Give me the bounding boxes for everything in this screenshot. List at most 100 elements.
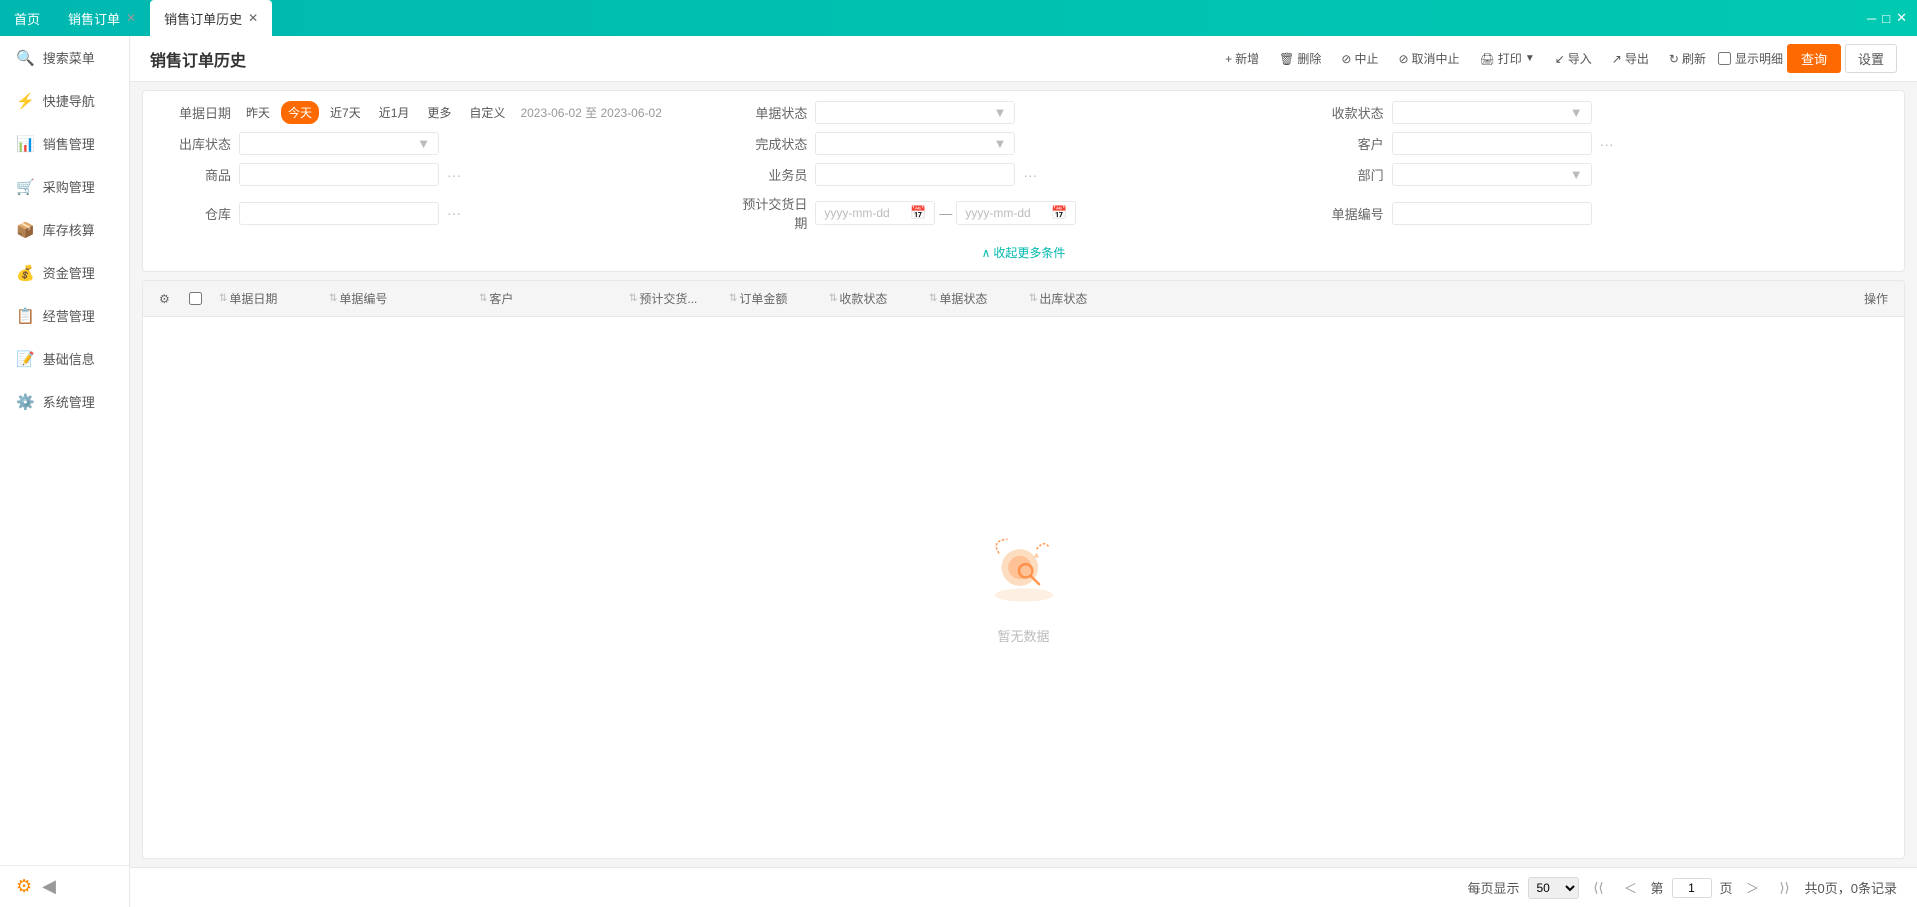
page-input[interactable] (1672, 878, 1712, 898)
table-header: ⚙ ⇅ 单据日期 ⇅ 单据编号 ⇅ 客户 ⇅ (143, 281, 1904, 317)
cancel-stop-icon: ⊘ (1398, 52, 1408, 66)
expected-date-end[interactable]: yyyy-mm-dd 📅 (956, 201, 1076, 225)
dept-field: ▼ (1392, 163, 1888, 186)
first-page-btn[interactable]: ⟨⟨ (1587, 876, 1611, 900)
th-date[interactable]: ⇅ 单据日期 (213, 290, 323, 307)
btn-export[interactable]: ↗ 导出 (1604, 46, 1657, 71)
th-delivery[interactable]: ⇅ 预计交货... (623, 290, 723, 307)
btn-refresh[interactable]: ↻ 刷新 (1661, 46, 1714, 71)
product-input[interactable] (239, 163, 439, 186)
sort-customer-icon: ⇅ (479, 293, 487, 304)
sidebar-settings-btn[interactable]: ⚙ (16, 876, 32, 897)
tab-close-history[interactable]: ✕ (248, 11, 258, 25)
warehouse-ellipsis[interactable]: ··· (443, 205, 465, 221)
sort-outstatus-icon: ⇅ (1029, 293, 1037, 304)
th-customer[interactable]: ⇅ 客户 (473, 290, 623, 307)
import-icon: ↙ (1555, 52, 1565, 66)
query-button[interactable]: 查询 (1787, 44, 1841, 73)
sidebar-item-finance[interactable]: 💰 资金管理 (0, 251, 129, 294)
sidebar-item-purchase[interactable]: 🛒 采购管理 (0, 165, 129, 208)
window-minimize[interactable]: ─ (1867, 11, 1876, 26)
finance-icon: 💰 (16, 264, 35, 282)
filter-area: 单据日期 昨天 今天 近7天 近1月 更多 自定义 2023-06-02 至 2… (142, 90, 1905, 272)
order-no-input[interactable] (1392, 202, 1592, 225)
date-btn-7days[interactable]: 近7天 (323, 101, 368, 124)
tab-home[interactable]: 首页 (0, 0, 54, 36)
receive-status-chevron-icon: ▼ (1570, 105, 1583, 120)
th-outstatus[interactable]: ⇅ 出库状态 (1023, 290, 1123, 307)
date-btn-yesterday[interactable]: 昨天 (239, 101, 277, 124)
product-ellipsis[interactable]: ··· (443, 167, 465, 183)
sort-date-icon: ⇅ (219, 293, 227, 304)
customer-input[interactable] (1392, 132, 1592, 155)
window-close[interactable]: ✕ (1896, 10, 1907, 26)
btn-import[interactable]: ↙ 导入 (1547, 46, 1600, 71)
th-receive[interactable]: ⇅ 收款状态 (823, 290, 923, 307)
warehouse-input[interactable] (239, 202, 439, 225)
sidebar-item-operation[interactable]: 📋 经营管理 (0, 294, 129, 337)
print-chevron-icon: ▼ (1525, 53, 1535, 64)
page-title: 销售订单历史 (150, 47, 246, 71)
btn-add[interactable]: + 新增 (1217, 46, 1267, 71)
sales-icon: 📊 (16, 135, 35, 153)
complete-status-select[interactable]: ▼ (815, 132, 1015, 155)
sidebar-item-sales[interactable]: 📊 销售管理 (0, 122, 129, 165)
last-page-btn[interactable]: ⟩⟩ (1773, 876, 1797, 900)
page-header: 销售订单历史 + 新增 🗑 删除 ⊘ 中止 ⊘ 取消中止 (130, 36, 1917, 82)
window-maximize[interactable]: □ (1882, 11, 1890, 26)
sidebar-item-search[interactable]: 🔍 搜索菜单 (0, 36, 129, 79)
complete-status-field: ▼ (815, 132, 1311, 155)
expected-date-start[interactable]: yyyy-mm-dd 📅 (815, 201, 935, 225)
total-label: 共0页，0条记录 (1805, 878, 1897, 897)
select-all-checkbox[interactable] (189, 292, 202, 305)
btn-print[interactable]: 🖨 打印 ▼ (1472, 46, 1543, 71)
tab-sales-order-history[interactable]: 销售订单历史 ✕ (150, 0, 272, 36)
date-shortcuts: 昨天 今天 近7天 近1月 更多 自定义 (239, 101, 512, 124)
sidebar-item-system[interactable]: ⚙️ 系统管理 (0, 380, 129, 423)
filter-row-3: 商品 ··· 业务员 ··· 部门 ▼ (159, 163, 1888, 186)
th-settings[interactable]: ⚙ (153, 292, 183, 306)
date-btn-today[interactable]: 今天 (281, 101, 319, 124)
order-no-field (1392, 202, 1888, 225)
customer-ellipsis[interactable]: ··· (1596, 136, 1618, 152)
date-btn-more[interactable]: 更多 (420, 101, 458, 124)
settings-button[interactable]: 设置 (1845, 44, 1897, 73)
complete-status-chevron-icon: ▼ (993, 136, 1006, 151)
out-status-select[interactable]: ▼ (239, 132, 439, 155)
prev-page-btn[interactable]: ＜ (1619, 876, 1643, 900)
order-status-select[interactable]: ▼ (815, 101, 1015, 124)
product-field: ··· (239, 163, 735, 186)
inventory-icon: 📦 (16, 221, 35, 239)
th-status[interactable]: ⇅ 单据状态 (923, 290, 1023, 307)
th-amount[interactable]: ⇅ 订单金额 (723, 290, 823, 307)
tab-close-sales-order[interactable]: ✕ (126, 11, 136, 25)
salesperson-ellipsis[interactable]: ··· (1019, 167, 1041, 183)
empty-text: 暂无数据 (997, 626, 1049, 645)
sidebar-bottom: ⚙ ◀ (0, 865, 129, 907)
date-btn-1month[interactable]: 近1月 (372, 101, 417, 124)
next-page-btn[interactable]: ＞ (1741, 876, 1765, 900)
date-btn-custom[interactable]: 自定义 (462, 101, 512, 124)
salesperson-input[interactable] (815, 163, 1015, 186)
collapse-btn[interactable]: ∧ 收起更多条件 (159, 240, 1888, 261)
display-detail-checkbox-label[interactable]: 显示明细 (1718, 50, 1783, 67)
sidebar-item-basic[interactable]: 📝 基础信息 (0, 337, 129, 380)
date-range-text: 2023-06-02 至 2023-06-02 (520, 104, 661, 121)
salesperson-label: 业务员 (735, 165, 815, 184)
content-area: 销售订单历史 + 新增 🗑 删除 ⊘ 中止 ⊘ 取消中止 (130, 36, 1917, 907)
purchase-icon: 🛒 (16, 178, 35, 196)
sidebar-collapse-btn[interactable]: ◀ (42, 876, 56, 897)
sidebar-item-inventory[interactable]: 📦 库存核算 (0, 208, 129, 251)
btn-stop[interactable]: ⊘ 中止 (1333, 46, 1386, 71)
btn-cancel-stop[interactable]: ⊘ 取消中止 (1390, 46, 1467, 71)
receive-status-select[interactable]: ▼ (1392, 101, 1592, 124)
tab-sales-order[interactable]: 销售订单 ✕ (54, 0, 150, 36)
th-checkbox[interactable] (183, 292, 213, 305)
dept-label: 部门 (1312, 165, 1392, 184)
per-page-select[interactable]: 50 20 100 (1528, 877, 1579, 899)
sidebar-item-quicknav[interactable]: ⚡ 快捷导航 (0, 79, 129, 122)
th-orderno[interactable]: ⇅ 单据编号 (323, 290, 473, 307)
btn-delete[interactable]: 🗑 删除 (1271, 46, 1329, 71)
display-detail-checkbox[interactable] (1718, 52, 1731, 65)
dept-select[interactable]: ▼ (1392, 163, 1592, 186)
